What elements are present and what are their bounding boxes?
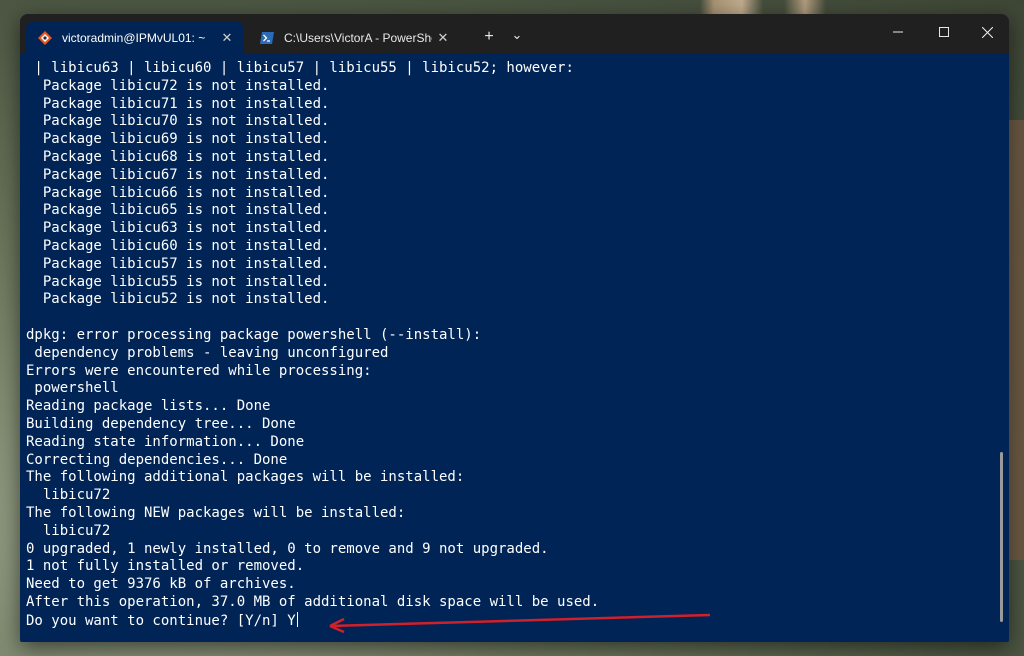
text-cursor bbox=[296, 611, 298, 627]
terminal-line: Package libicu66 is not installed. bbox=[26, 184, 330, 201]
terminal-line: Package libicu70 is not installed. bbox=[26, 113, 330, 130]
terminal-line: Errors were encountered while processing… bbox=[26, 362, 372, 379]
terminal-line: dependency problems - leaving unconfigur… bbox=[26, 344, 389, 361]
linux-penguin-icon bbox=[36, 29, 54, 47]
terminal-line: 1 not fully installed or removed. bbox=[26, 558, 305, 575]
terminal-line: Need to get 9376 kB of archives. bbox=[26, 576, 296, 593]
terminal-line: Package libicu67 is not installed. bbox=[26, 166, 330, 183]
new-tab-button[interactable]: + bbox=[475, 24, 503, 50]
terminal-line: libicu72 bbox=[26, 522, 111, 539]
terminal-line: Reading package lists... Done bbox=[26, 398, 271, 415]
terminal-line: | libicu63 | libicu60 | libicu57 | libic… bbox=[26, 60, 574, 76]
minimize-button[interactable] bbox=[876, 14, 920, 50]
terminal-line: Package libicu60 is not installed. bbox=[26, 237, 330, 254]
close-window-button[interactable] bbox=[965, 14, 1009, 50]
terminal-line: The following NEW packages will be insta… bbox=[26, 504, 406, 521]
scrollbar-thumb[interactable] bbox=[1000, 452, 1003, 622]
terminal-line: Package libicu55 is not installed. bbox=[26, 273, 330, 290]
terminal-line: Correcting dependencies... Done bbox=[26, 451, 288, 468]
tab-label: victoradmin@IPMvUL01: ~ bbox=[62, 31, 206, 45]
terminal-line: powershell bbox=[26, 380, 119, 397]
close-icon[interactable]: ✕ bbox=[432, 27, 454, 49]
maximize-icon bbox=[939, 27, 949, 37]
tab-powershell[interactable]: C:\Users\VictorA - PowerShell ✕ bbox=[248, 22, 460, 54]
terminal-line: After this operation, 37.0 MB of additio… bbox=[26, 593, 600, 610]
background-ears bbox=[700, 0, 840, 14]
prompt-text: Do you want to continue? [Y/n] Y bbox=[26, 612, 296, 629]
terminal-line: Package libicu52 is not installed. bbox=[26, 291, 330, 308]
maximize-button[interactable] bbox=[922, 14, 966, 50]
terminal-prompt[interactable]: Do you want to continue? [Y/n] Y bbox=[26, 611, 995, 630]
terminal-line: Package libicu69 is not installed. bbox=[26, 131, 330, 148]
close-icon[interactable]: ✕ bbox=[216, 27, 238, 49]
tab-label: C:\Users\VictorA - PowerShell bbox=[284, 31, 432, 45]
terminal-line: 0 upgraded, 1 newly installed, 0 to remo… bbox=[26, 540, 549, 557]
terminal-output[interactable]: | libicu63 | libicu60 | libicu57 | libic… bbox=[20, 56, 995, 636]
terminal-line: Reading state information... Done bbox=[26, 433, 305, 450]
powershell-icon bbox=[258, 29, 276, 47]
close-icon bbox=[981, 26, 993, 38]
title-bar: victoradmin@IPMvUL01: ~ ✕ C:\Users\Victo… bbox=[20, 14, 1009, 54]
terminal-line: Package libicu72 is not installed. bbox=[26, 77, 330, 94]
terminal-line: Building dependency tree... Done bbox=[26, 415, 296, 432]
terminal-line: Package libicu65 is not installed. bbox=[26, 202, 330, 219]
terminal-line: The following additional packages will b… bbox=[26, 469, 465, 486]
terminal-line: Package libicu57 is not installed. bbox=[26, 255, 330, 272]
minimize-icon bbox=[893, 31, 903, 33]
terminal-window: victoradmin@IPMvUL01: ~ ✕ C:\Users\Victo… bbox=[20, 14, 1009, 642]
tab-dropdown-button[interactable]: ⌄ bbox=[503, 22, 531, 48]
terminal-line: Package libicu68 is not installed. bbox=[26, 148, 330, 165]
tab-ubuntu[interactable]: victoradmin@IPMvUL01: ~ ✕ bbox=[26, 22, 244, 54]
terminal-line: Package libicu63 is not installed. bbox=[26, 220, 330, 237]
terminal-line: libicu72 bbox=[26, 487, 111, 504]
terminal-line: Package libicu71 is not installed. bbox=[26, 95, 330, 112]
terminal-line: dpkg: error processing package powershel… bbox=[26, 326, 482, 343]
